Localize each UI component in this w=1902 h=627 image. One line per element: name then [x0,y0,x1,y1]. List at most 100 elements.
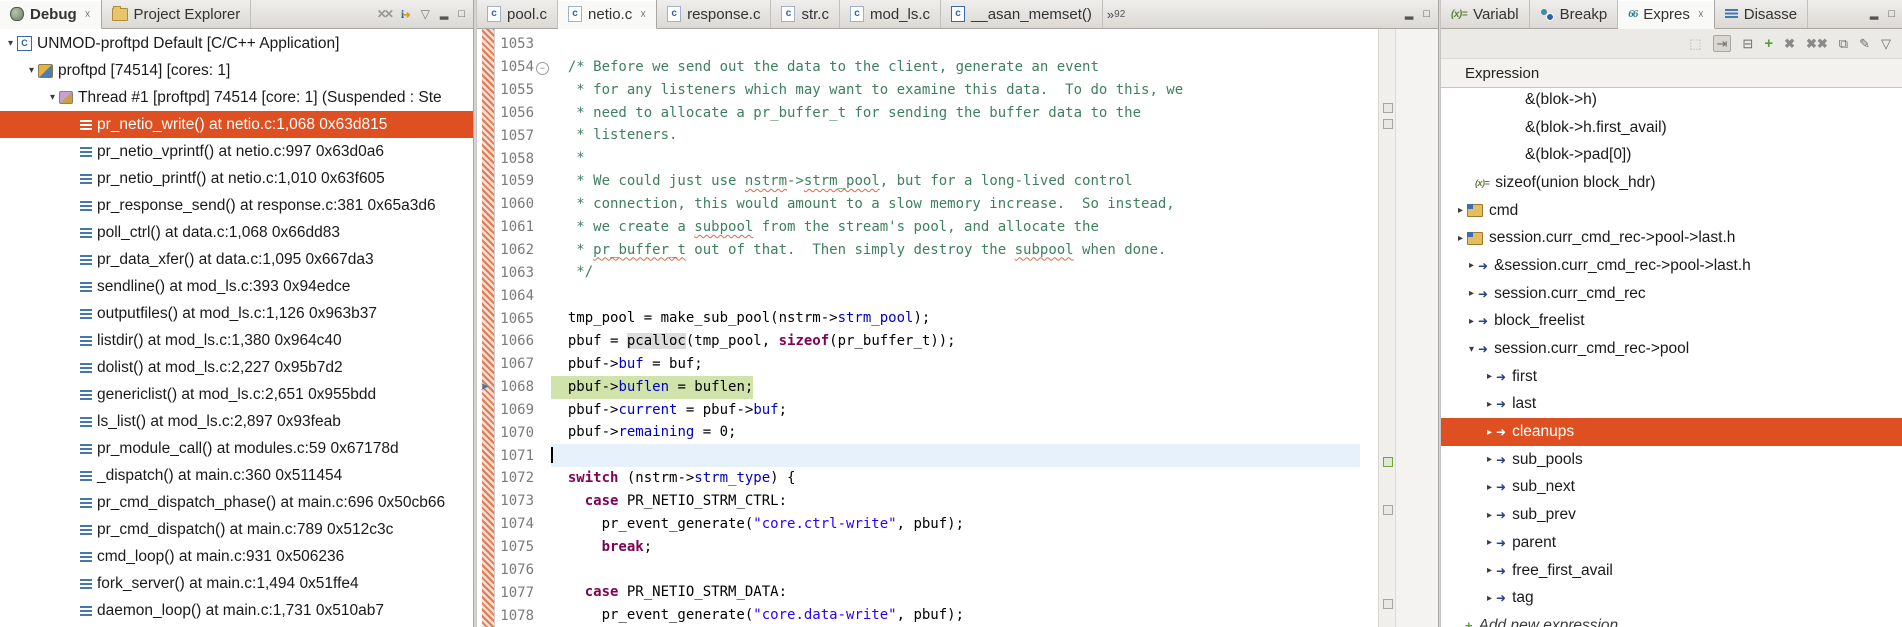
restart-icon[interactable]: i [401,7,411,22]
code-line-1069[interactable]: 1069 pbuf->current = pbuf->buf; [477,399,1360,422]
code-lines[interactable]: 10531054− /* Before we send out the data… [477,29,1360,627]
code-line-1065[interactable]: 1065 tmp_pool = make_sub_pool(nstrm->str… [477,307,1360,330]
twistie-collapsed-icon[interactable]: ▸ [1483,399,1496,410]
overview-marker[interactable] [1383,103,1393,113]
close-icon[interactable]: ☓ [85,8,91,21]
expression-row[interactable]: ▸➜session.curr_cmd_rec [1441,280,1902,308]
expression-row[interactable]: ▸➜sub_prev [1441,501,1902,529]
current-line-marker[interactable] [1383,457,1393,467]
stack-frame[interactable]: listdir() at mod_ls.c:1,380 0x964c40 [0,327,473,354]
code-line-1071[interactable]: 1071 [477,444,1360,467]
stack-frame[interactable]: genericlist() at mod_ls.c:2,651 0x955bdd [0,381,473,408]
minimize-icon[interactable]: ▂ [440,9,448,20]
stack-frame[interactable]: _dispatch() at main.c:360 0x511454 [0,462,473,489]
stack-frame[interactable]: outputfiles() at mod_ls.c:1,126 0x963b37 [0,300,473,327]
twistie-collapsed-icon[interactable]: ▸ [1483,510,1496,521]
twistie-collapsed-icon[interactable]: ▸ [1483,537,1496,548]
twistie-collapsed-icon[interactable]: ▸ [1454,205,1467,216]
remove-all-expressions-icon[interactable]: ✖✖ [1806,37,1828,50]
editor-tab-str-c[interactable]: cstr.c [771,0,840,28]
stack-frame[interactable]: pr_cmd_dispatch() at main.c:789 0x512c3c [0,516,473,543]
view-menu-icon[interactable]: ▽ [421,8,430,20]
tab-debug[interactable]: Debug ☓ [0,0,102,29]
editor-scrollbar[interactable] [1395,29,1438,627]
copy-expressions-icon[interactable]: ⧉ [1839,37,1848,50]
stack-frame-selected[interactable]: pr_netio_write() at netio.c:1,068 0x63d8… [0,111,473,138]
code-line-1072[interactable]: 1072 switch (nstrm->strm_type) { [477,467,1360,490]
code-line-1054[interactable]: 1054− /* Before we send out the data to … [477,56,1360,79]
stack-frame[interactable]: pr_module_call() at modules.c:59 0x67178… [0,435,473,462]
editor-tab-response-c[interactable]: cresponse.c [657,0,771,28]
twistie-expanded-icon[interactable]: ▾ [1465,344,1478,355]
expression-row[interactable]: ▸➜first [1441,363,1902,391]
code-line-1060[interactable]: 1060 * connection, this would amount to … [477,193,1360,216]
code-line-1056[interactable]: 1056 * need to allocate a pr_buffer_t fo… [477,102,1360,125]
code-line-1073[interactable]: 1073 case PR_NETIO_STRM_CTRL: [477,490,1360,513]
tab-variabl[interactable]: (x)=Variabl [1441,0,1530,28]
expression-row[interactable]: &(blok->h.first_avail) [1441,114,1902,142]
code-line-1070[interactable]: 1070 pbuf->remaining = 0; [477,421,1360,444]
code-line-1062[interactable]: 1062 * pr_buffer_t out of that. Then sim… [477,239,1360,262]
code-line-1064[interactable]: 1064 [477,284,1360,307]
edit-expression-icon[interactable]: ✎ [1859,37,1870,50]
code-line-1078[interactable]: 1078 pr_event_generate("core.data-write"… [477,604,1360,627]
expression-row[interactable]: ▸➜free_first_avail [1441,557,1902,585]
expression-row[interactable]: ▾➜session.curr_cmd_rec->pool [1441,335,1902,363]
code-line-1068[interactable]: ➤1068 pbuf->buflen = buflen; [477,376,1360,399]
code-line-1074[interactable]: 1074 pr_event_generate("core.ctrl-write"… [477,513,1360,536]
expression-row[interactable]: ▸session.curr_cmd_rec->pool->last.h [1441,224,1902,252]
stack-frame[interactable]: sendline() at mod_ls.c:393 0x94edce [0,273,473,300]
code-line-1076[interactable]: 1076 [477,558,1360,581]
fold-marker-icon[interactable]: − [534,58,551,76]
twistie-collapsed-icon[interactable]: ▸ [1465,316,1478,327]
code-line-1075[interactable]: 1075 break; [477,536,1360,559]
overview-marker[interactable] [1383,119,1393,129]
expression-row[interactable]: ▸➜cleanups [1441,418,1902,446]
maximize-icon[interactable]: □ [458,9,465,20]
twistie-expanded-icon[interactable]: ▾ [4,38,17,49]
code-line-1063[interactable]: 1063 */ [477,261,1360,284]
twistie-collapsed-icon[interactable]: ▸ [1483,427,1496,438]
close-icon[interactable]: ☓ [640,8,646,21]
editor-tab-asan-memset[interactable]: c__asan_memset() [941,0,1103,28]
add-expression-icon[interactable]: + [1764,36,1773,51]
expression-row[interactable]: ▸➜parent [1441,529,1902,557]
code-line-1077[interactable]: 1077 case PR_NETIO_STRM_DATA: [477,581,1360,604]
remove-all-terminated-icon[interactable]: ✕✕ [377,8,391,20]
stack-frame[interactable]: pr_cmd_dispatch_phase() at main.c:696 0x… [0,489,473,516]
twistie-expanded-icon[interactable]: ▾ [25,65,38,76]
stack-frame[interactable]: cmd_loop() at main.c:931 0x506236 [0,543,473,570]
expression-row[interactable]: ▸➜tag [1441,584,1902,612]
expression-row[interactable]: (x)=sizeof(union block_hdr) [1441,169,1902,197]
expression-row[interactable]: ▸cmd [1441,197,1902,225]
code-line-1059[interactable]: 1059 * We could just use nstrm->strm_poo… [477,170,1360,193]
maximize-icon[interactable]: □ [1888,9,1895,20]
expression-row[interactable]: ▸➜last [1441,391,1902,419]
twistie-collapsed-icon[interactable]: ▸ [1465,260,1478,271]
twistie-collapsed-icon[interactable]: ▸ [1483,482,1496,493]
editor-tab-mod-ls-c[interactable]: cmod_ls.c [840,0,941,28]
code-line-1058[interactable]: 1058 * [477,147,1360,170]
code-line-1067[interactable]: 1067 pbuf->buf = buf; [477,353,1360,376]
minimize-icon[interactable]: ▂ [1870,9,1878,20]
show-type-names-icon[interactable]: ⬚ [1689,37,1701,50]
close-icon[interactable]: ☓ [1698,8,1704,21]
add-new-expression[interactable]: +Add new expression [1441,612,1902,627]
expression-row[interactable]: &(blok->h) [1441,86,1902,114]
tab-disasse[interactable]: Disasse [1715,0,1808,28]
more-editors-chevron[interactable]: »92 [1103,7,1129,22]
twistie-collapsed-icon[interactable]: ▸ [1483,565,1496,576]
stack-frame[interactable]: dolist() at mod_ls.c:2,227 0x95b7d2 [0,354,473,381]
overview-ruler[interactable] [1378,29,1396,627]
stack-frame[interactable]: pr_response_send() at response.c:381 0x6… [0,192,473,219]
stack-frame[interactable]: ls_list() at mod_ls.c:2,897 0x93feab [0,408,473,435]
stack-frame[interactable]: fork_server() at main.c:1,494 0x51ffe4 [0,570,473,597]
code-line-1061[interactable]: 1061 * we create a subpool from the stre… [477,216,1360,239]
collapse-all-icon[interactable]: ⊟ [1742,37,1753,50]
overview-marker[interactable] [1383,505,1393,515]
debug-tree-row[interactable]: ▾proftpd [74514] [cores: 1] [0,57,473,84]
expression-row[interactable]: ▸➜&session.curr_cmd_rec->pool->last.h [1441,252,1902,280]
remove-expression-icon[interactable]: ✖ [1784,37,1795,50]
view-menu-icon[interactable]: ▽ [1881,37,1891,50]
expression-row[interactable]: &(blok->pad[0]) [1441,141,1902,169]
